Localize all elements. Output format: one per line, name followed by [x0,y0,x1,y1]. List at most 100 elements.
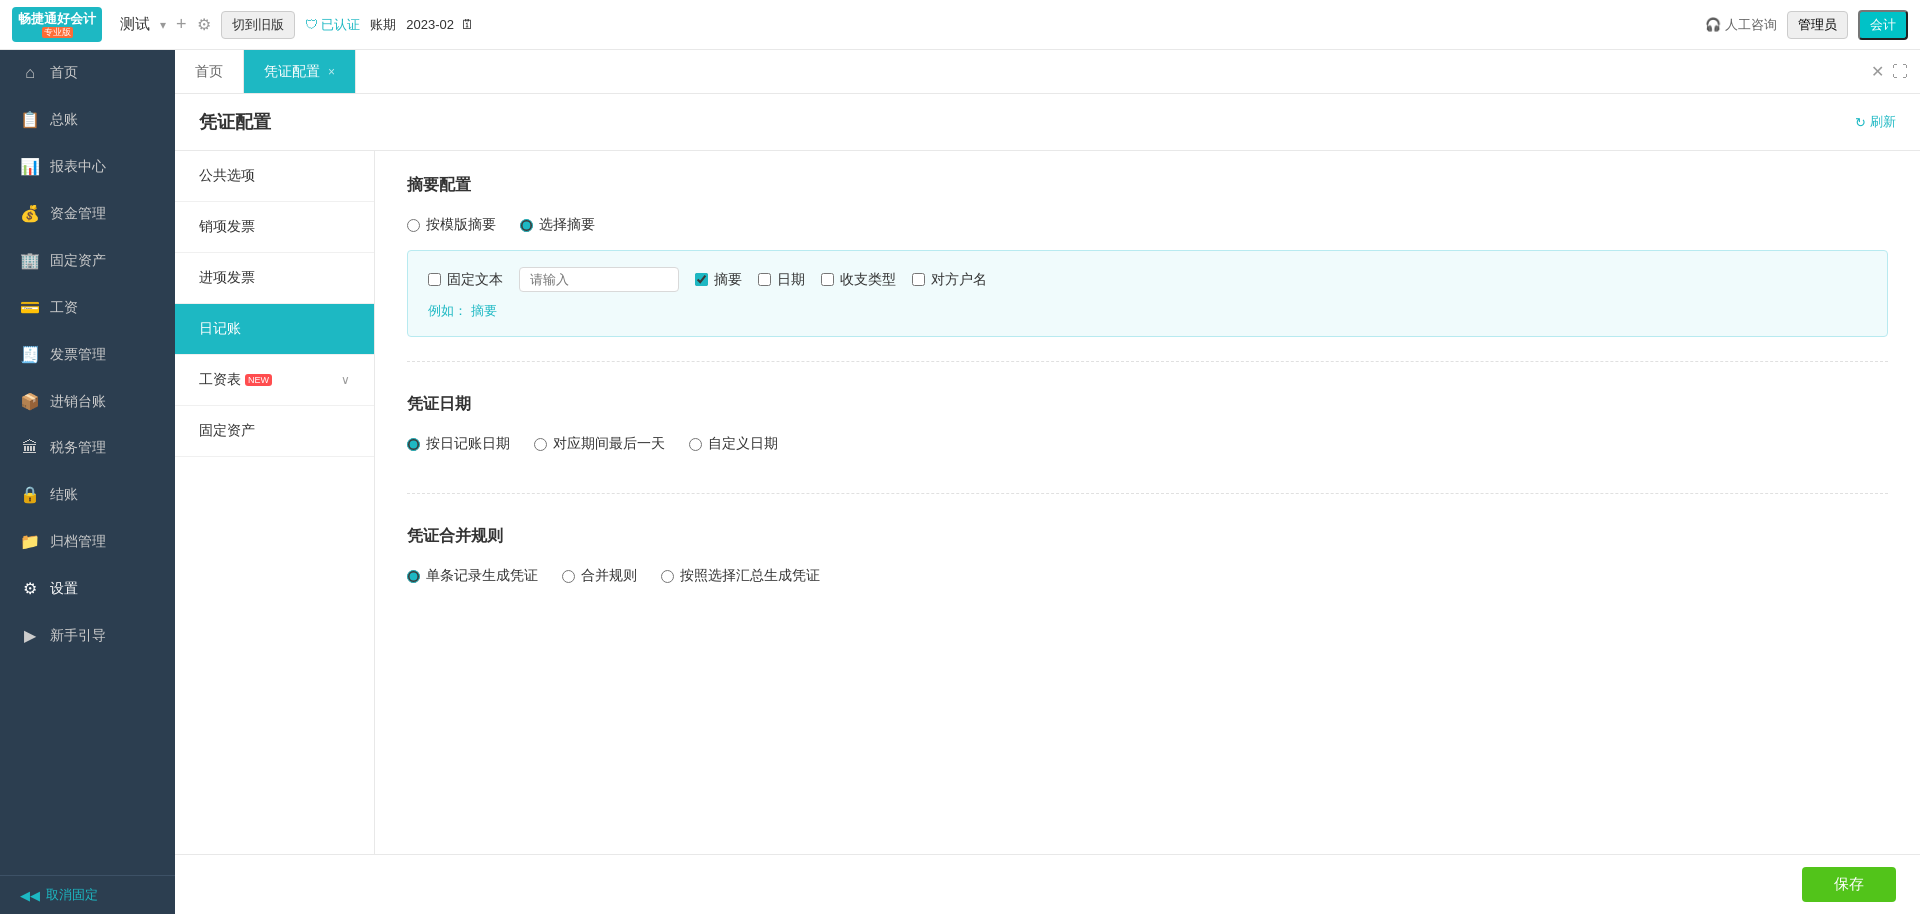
logo-main: 畅捷通好会计 [18,11,96,27]
sidebar-item-assets[interactable]: 🏢 固定资产 [0,237,175,284]
date-section: 凭证日期 按日记账日期 对应期间最后一天 [407,394,1888,494]
app-logo: 畅捷通好会计 专业版 [12,7,102,41]
summary-checkbox[interactable] [695,273,708,286]
merge-section-title: 凭证合并规则 [407,526,1888,547]
radio-summary-generate-input[interactable] [661,570,674,583]
sidebar-item-ledger[interactable]: 📋 总账 [0,96,175,143]
tab-close-icon[interactable]: × [328,65,335,79]
page-title: 凭证配置 [199,110,271,134]
archive-icon: 📁 [20,532,40,551]
unpin-button[interactable]: ◀◀ 取消固定 [0,875,175,914]
refresh-button[interactable]: ↻ 刷新 [1855,113,1896,131]
main-sidebar: ⌂ 首页 📋 总账 📊 报表中心 💰 资金管理 🏢 固定资产 💳 工资 🧾 发票… [0,50,175,914]
sidebar-item-invoice[interactable]: 🧾 发票管理 [0,331,175,378]
close-button[interactable]: ✕ [1871,62,1884,81]
admin-button[interactable]: 管理员 [1787,11,1848,39]
accountant-button[interactable]: 会计 [1858,10,1908,40]
radio-period-last-day-input[interactable] [534,438,547,451]
date-section-title: 凭证日期 [407,394,1888,415]
checkbox-date[interactable]: 日期 [758,271,805,289]
config-item-payroll-table[interactable]: 工资表 NEW ∨ [175,355,374,406]
sidebar-item-guide[interactable]: ▶ 新手引导 [0,612,175,659]
tab-home[interactable]: 首页 [175,50,244,93]
radio-select-summary[interactable]: 选择摘要 [520,216,595,234]
config-item-fixed-assets[interactable]: 固定资产 [175,406,374,457]
checkbox-summary[interactable]: 摘要 [695,271,742,289]
consult-button[interactable]: 🎧 人工咨询 [1705,16,1777,34]
pay-type-checkbox[interactable] [821,273,834,286]
radio-merge-rule[interactable]: 合并规则 [562,567,637,585]
verified-badge: 🛡 已认证 [305,16,360,34]
sidebar-item-capital[interactable]: 💰 资金管理 [0,190,175,237]
top-bar: 畅捷通好会计 专业版 测试 ▾ + ⚙ 切到旧版 🛡 已认证 账期 2023-0… [0,0,1920,50]
date-radio-group: 按日记账日期 对应期间最后一天 自定义日期 [407,435,1888,453]
sidebar-item-trade[interactable]: 📦 进销台账 [0,378,175,425]
summary-section: 摘要配置 按模版摘要 选择摘要 [407,175,1888,362]
content-area: 首页 凭证配置 × ✕ ⛶ 凭证配置 ↻ 刷新 [175,50,1920,914]
radio-period-last-day[interactable]: 对应期间最后一天 [534,435,665,453]
config-item-sales[interactable]: 销项发票 [175,202,374,253]
radio-single-record-input[interactable] [407,570,420,583]
sidebar-item-close[interactable]: 🔒 结账 [0,471,175,518]
page-header: 凭证配置 ↻ 刷新 [175,94,1920,151]
save-button[interactable]: 保存 [1802,867,1896,902]
sidebar-item-archive[interactable]: 📁 归档管理 [0,518,175,565]
config-layout: 公共选项 销项发票 进项发票 日记账 工资表 NEW ∨ [175,151,1920,854]
trade-icon: 📦 [20,392,40,411]
config-item-purchase[interactable]: 进项发票 [175,253,374,304]
checkbox-pay-type[interactable]: 收支类型 [821,271,896,289]
date-checkbox[interactable] [758,273,771,286]
radio-journal-date[interactable]: 按日记账日期 [407,435,510,453]
config-sidebar: 公共选项 销项发票 进项发票 日记账 工资表 NEW ∨ [175,151,375,854]
fixed-text-checkbox[interactable] [428,273,441,286]
summary-section-title: 摘要配置 [407,175,1888,196]
sidebar-item-settings[interactable]: ⚙ 设置 [0,565,175,612]
radio-journal-date-input[interactable] [407,438,420,451]
radio-template-summary[interactable]: 按模版摘要 [407,216,496,234]
radio-select-summary-input[interactable] [520,219,533,232]
tax-icon: 🏛 [20,439,40,457]
merge-section: 凭证合并规则 单条记录生成凭证 合并规则 [407,526,1888,625]
gear-icon: ⚙ [20,579,40,598]
page-content: 凭证配置 ↻ 刷新 公共选项 销项发票 进项发票 [175,94,1920,854]
radio-custom-date-input[interactable] [689,438,702,451]
counterpart-checkbox[interactable] [912,273,925,286]
switch-version-button[interactable]: 切到旧版 [221,11,295,39]
radio-summary-generate[interactable]: 按照选择汇总生成凭证 [661,567,820,585]
example-text: 例如： 摘要 [428,302,1867,320]
project-dropdown-icon[interactable]: ▾ [160,18,166,32]
sidebar-item-tax[interactable]: 🏛 税务管理 [0,425,175,471]
checkbox-counterpart[interactable]: 对方户名 [912,271,987,289]
summary-radio-group: 按模版摘要 选择摘要 [407,216,1888,234]
radio-template-summary-input[interactable] [407,219,420,232]
headset-icon: 🎧 [1705,17,1721,32]
tab-voucher-config[interactable]: 凭证配置 × [244,50,356,93]
expand-button[interactable]: ⛶ [1892,63,1908,81]
period-label: 账期 2023-02 🗓 [370,16,475,34]
add-icon[interactable]: + [176,14,187,35]
config-item-journal[interactable]: 日记账 [175,304,374,355]
payroll-icon: 💳 [20,298,40,317]
radio-custom-date[interactable]: 自定义日期 [689,435,778,453]
new-badge: NEW [245,374,272,386]
config-main: 摘要配置 按模版摘要 选择摘要 [375,151,1920,854]
checkbox-fixed-text[interactable]: 固定文本 [428,271,503,289]
logo-sub: 专业版 [42,27,73,38]
radio-merge-rule-input[interactable] [562,570,575,583]
radio-single-record[interactable]: 单条记录生成凭证 [407,567,538,585]
refresh-icon: ↻ [1855,115,1866,130]
home-icon: ⌂ [20,64,40,82]
save-bar: 保存 [175,854,1920,914]
sidebar-item-home[interactable]: ⌂ 首页 [0,50,175,96]
settings-icon[interactable]: ⚙ [197,15,211,34]
capital-icon: 💰 [20,204,40,223]
chevron-down-icon: ∨ [341,373,350,387]
merge-radio-group: 单条记录生成凭证 合并规则 按照选择汇总生成凭证 [407,567,1888,585]
summary-config-row: 固定文本 摘要 日期 [428,267,1867,292]
config-item-public[interactable]: 公共选项 [175,151,374,202]
sidebar-item-report[interactable]: 📊 报表中心 [0,143,175,190]
tab-bar: 首页 凭证配置 × ✕ ⛶ [175,50,1920,94]
shield-icon: 🛡 [305,17,318,32]
fixed-text-input[interactable] [519,267,679,292]
sidebar-item-payroll[interactable]: 💳 工资 [0,284,175,331]
